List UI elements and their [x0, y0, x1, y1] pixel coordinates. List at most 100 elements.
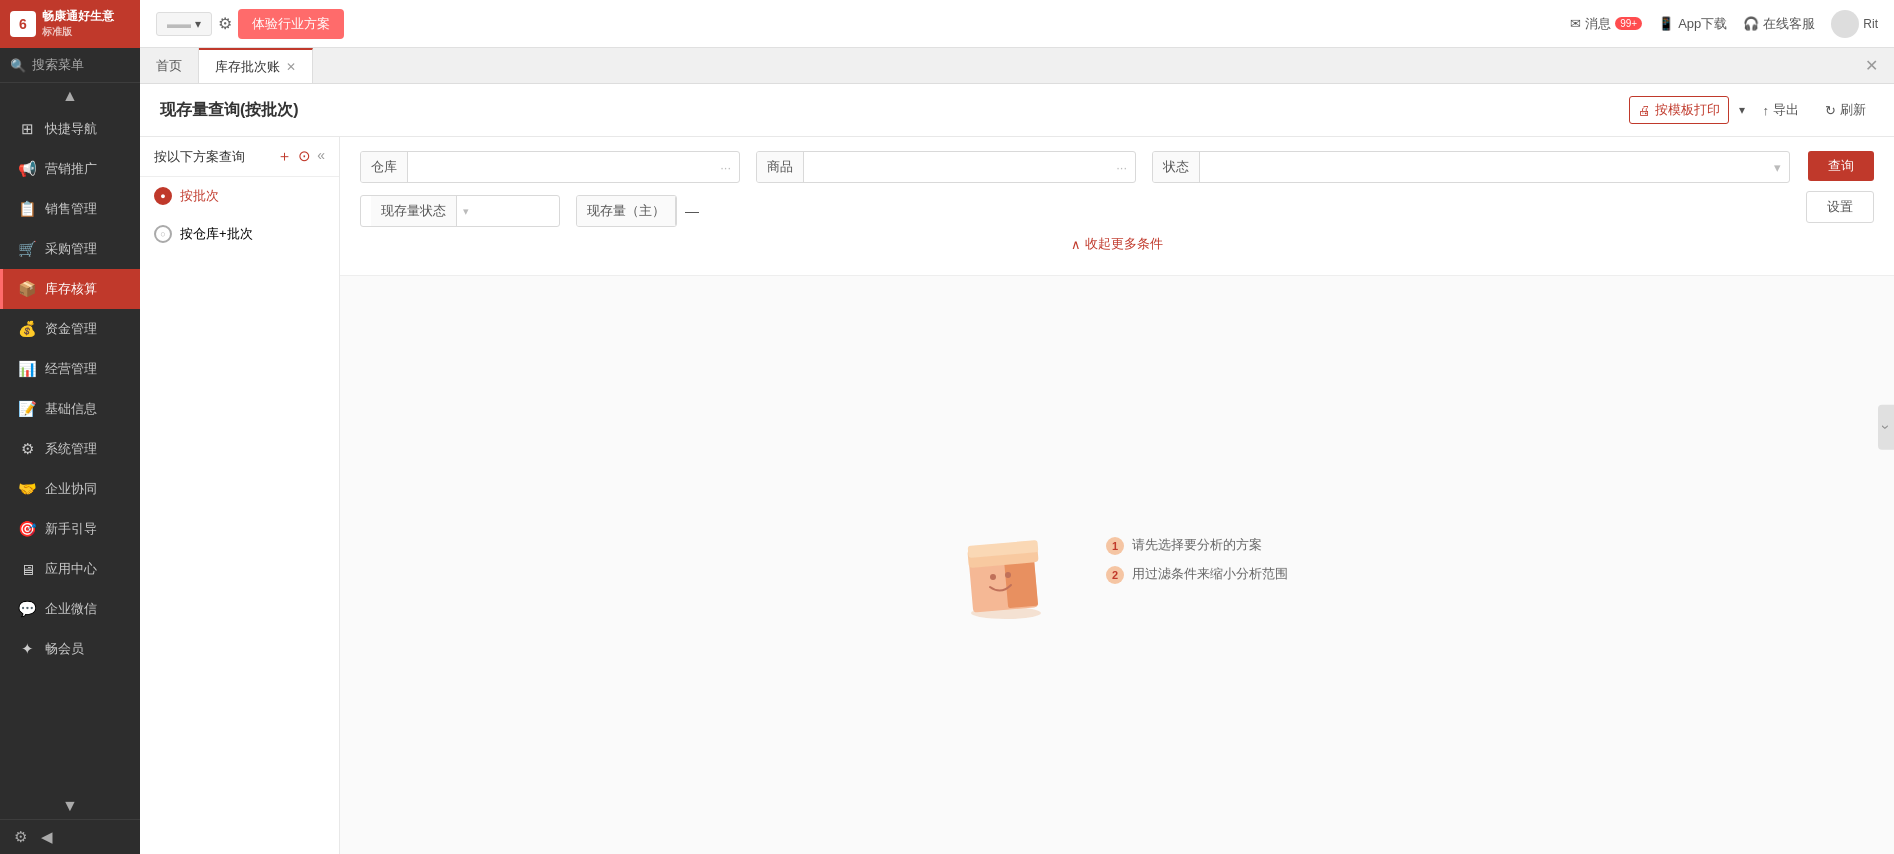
empty-state: 1 请先选择要分析的方案 2 用过滤条件来缩小分析范围 — [340, 276, 1894, 854]
settings-footer-icon[interactable]: ⚙ — [14, 828, 27, 846]
sidebar-item-basic[interactable]: 📝 基础信息 — [0, 389, 140, 429]
company-name: 畅康通好生意 — [42, 9, 114, 25]
message-icon: ✉ — [1570, 16, 1581, 31]
inventory-status-label: 现存量状态 — [371, 196, 457, 226]
export-button[interactable]: ↑ 导出 — [1755, 97, 1808, 123]
sidebar-search[interactable]: 🔍 搜索菜单 — [0, 48, 140, 83]
username-label: Rit — [1863, 17, 1878, 31]
left-panel: 按以下方案查询 ＋ ⊙ « ● 按批次 ○ 按仓库+批次 — [140, 137, 340, 854]
online-service-button[interactable]: 🎧 在线客服 — [1743, 15, 1815, 33]
sidebar-item-finance[interactable]: 💰 资金管理 — [0, 309, 140, 349]
sidebar-item-newbie[interactable]: 🎯 新手引导 — [0, 509, 140, 549]
add-scheme-icon[interactable]: ＋ — [277, 147, 292, 166]
sidebar-item-operations[interactable]: 📊 经营管理 — [0, 349, 140, 389]
inventory-amount-field: 现存量（主） — — [576, 195, 699, 227]
appstore-icon: 🖥 — [17, 561, 37, 578]
sidebar-item-wechat[interactable]: 💬 企业微信 — [0, 589, 140, 629]
scroll-up-button[interactable]: ▲ — [0, 83, 140, 109]
tab-close-icon[interactable]: ✕ — [286, 60, 296, 74]
status-arrow-icon[interactable]: ▾ — [1766, 160, 1789, 175]
breadcrumb: ▬▬ ▾ — [156, 12, 212, 36]
messages-label: 消息 — [1585, 15, 1611, 33]
hint-2: 2 用过滤条件来缩小分析范围 — [1106, 565, 1288, 584]
app-download-button[interactable]: 📱 App下载 — [1658, 15, 1727, 33]
left-panel-actions: ＋ ⊙ « — [277, 147, 325, 166]
sidebar-item-enterprise[interactable]: 🤝 企业协同 — [0, 469, 140, 509]
content-body: 按以下方案查询 ＋ ⊙ « ● 按批次 ○ 按仓库+批次 — [140, 137, 1894, 854]
search-label: 搜索菜单 — [32, 56, 84, 74]
messages-badge: 99+ — [1615, 17, 1642, 30]
inventory-status-select[interactable]: 现存量状态 ▾ — [360, 195, 560, 227]
product-more-icon[interactable]: ··· — [1108, 160, 1135, 175]
sidebar-item-inventory[interactable]: 📦 库存核算 — [0, 269, 140, 309]
sidebar-item-member[interactable]: ✦ 畅会员 — [0, 629, 140, 669]
sidebar-item-quick-nav[interactable]: ⊞ 快捷导航 — [0, 109, 140, 149]
tab-home[interactable]: 首页 — [140, 48, 199, 83]
filter-area: 仓库 ··· 商品 ··· 状态 — [340, 137, 1894, 276]
header-actions: 🖨 按模板打印 ▾ ↑ 导出 ↻ 刷新 — [1629, 96, 1875, 124]
right-sidebar-toggle[interactable]: › — [1878, 405, 1894, 450]
scheme-warehouse-batch-label: 按仓库+批次 — [180, 225, 253, 243]
warehouse-more-icon[interactable]: ··· — [712, 160, 739, 175]
refresh-button[interactable]: ↻ 刷新 — [1817, 97, 1874, 123]
sidebar-menu: ⊞ 快捷导航 📢 营销推广 📋 销售管理 🛒 采购管理 📦 库存核算 💰 资金管… — [0, 109, 140, 793]
tab-inventory-batch-label: 库存批次账 — [215, 58, 280, 76]
tab-area-close-icon[interactable]: ✕ — [1865, 56, 1878, 75]
inventory-status-arrow: ▾ — [463, 205, 469, 218]
newbie-icon: 🎯 — [17, 520, 37, 538]
empty-hints: 1 请先选择要分析的方案 2 用过滤条件来缩小分析范围 — [1106, 536, 1288, 594]
tab-inventory-batch[interactable]: 库存批次账 ✕ — [199, 48, 313, 83]
headset-icon: 🎧 — [1743, 16, 1759, 31]
sidebar: 6 畅康通好生意 标准版 🔍 搜索菜单 ▲ ⊞ 快捷导航 📢 营销推广 📋 销售… — [0, 0, 140, 854]
main-area: ▬▬ ▾ ⚙ 体验行业方案 ✉ 消息 99+ 📱 App下载 🎧 在线客服 — [140, 0, 1894, 854]
topbar: ▬▬ ▾ ⚙ 体验行业方案 ✉ 消息 99+ 📱 App下载 🎧 在线客服 — [140, 0, 1894, 48]
status-label: 状态 — [1153, 152, 1200, 182]
product-input[interactable] — [804, 160, 1108, 175]
sidebar-item-purchase[interactable]: 🛒 采购管理 — [0, 229, 140, 269]
collapse-more-label: 收起更多条件 — [1085, 235, 1163, 253]
sidebar-footer: ⚙ ◀ — [0, 819, 140, 854]
sidebar-item-label: 企业协同 — [45, 480, 97, 498]
hint-1-text: 请先选择要分析的方案 — [1132, 536, 1262, 554]
breadcrumb-text: ▬▬ — [167, 17, 191, 31]
collapse-more-button[interactable]: ∧ 收起更多条件 — [360, 227, 1874, 261]
sales-icon: 📋 — [17, 200, 37, 218]
collapse-panel-icon[interactable]: « — [317, 147, 325, 166]
print-dropdown-arrow[interactable]: ▾ — [1739, 103, 1745, 117]
export-icon: ↑ — [1763, 103, 1770, 118]
operations-icon: 📊 — [17, 360, 37, 378]
filter-buttons: 查询 设置 — [1806, 151, 1874, 223]
sidebar-item-system[interactable]: ⚙ 系统管理 — [0, 429, 140, 469]
sidebar-item-label: 采购管理 — [45, 240, 97, 258]
print-button[interactable]: 🖨 按模板打印 — [1629, 96, 1729, 124]
sidebar-item-label: 畅会员 — [45, 640, 84, 658]
sidebar-item-marketing[interactable]: 📢 营销推广 — [0, 149, 140, 189]
sidebar-item-appstore[interactable]: 🖥 应用中心 — [0, 549, 140, 589]
trial-button[interactable]: 体验行业方案 — [238, 9, 344, 39]
product-field: 商品 ··· — [756, 151, 1136, 183]
status-input[interactable] — [1200, 160, 1766, 175]
collapse-sidebar-icon[interactable]: ◀ — [41, 828, 53, 846]
sidebar-item-label: 销售管理 — [45, 200, 97, 218]
scheme-batch[interactable]: ● 按批次 — [140, 177, 339, 215]
left-panel-title: 按以下方案查询 — [154, 148, 245, 166]
sidebar-item-sales[interactable]: 📋 销售管理 — [0, 189, 140, 229]
topbar-settings-icon[interactable]: ⚙ — [218, 14, 232, 33]
settings-button[interactable]: 设置 — [1806, 191, 1874, 223]
company-info: 畅康通好生意 标准版 — [42, 9, 114, 39]
collapse-arrow-icon: ∧ — [1071, 237, 1081, 252]
sidebar-item-label: 营销推广 — [45, 160, 97, 178]
scroll-down-button[interactable]: ▼ — [0, 793, 140, 819]
user-profile[interactable]: Rit — [1831, 10, 1878, 38]
messages-button[interactable]: ✉ 消息 99+ — [1570, 15, 1642, 33]
inventory-icon: 📦 — [17, 280, 37, 298]
product-label: 商品 — [757, 152, 804, 182]
scheme-settings-icon[interactable]: ⊙ — [298, 147, 311, 166]
scheme-warehouse-batch[interactable]: ○ 按仓库+批次 — [140, 215, 339, 253]
breadcrumb-dropdown[interactable]: ▬▬ ▾ — [156, 12, 212, 36]
sidebar-header: 6 畅康通好生意 标准版 — [0, 0, 140, 48]
query-button[interactable]: 查询 — [1808, 151, 1874, 181]
warehouse-input[interactable] — [408, 160, 712, 175]
online-service-label: 在线客服 — [1763, 15, 1815, 33]
warehouse-field: 仓库 ··· — [360, 151, 740, 183]
